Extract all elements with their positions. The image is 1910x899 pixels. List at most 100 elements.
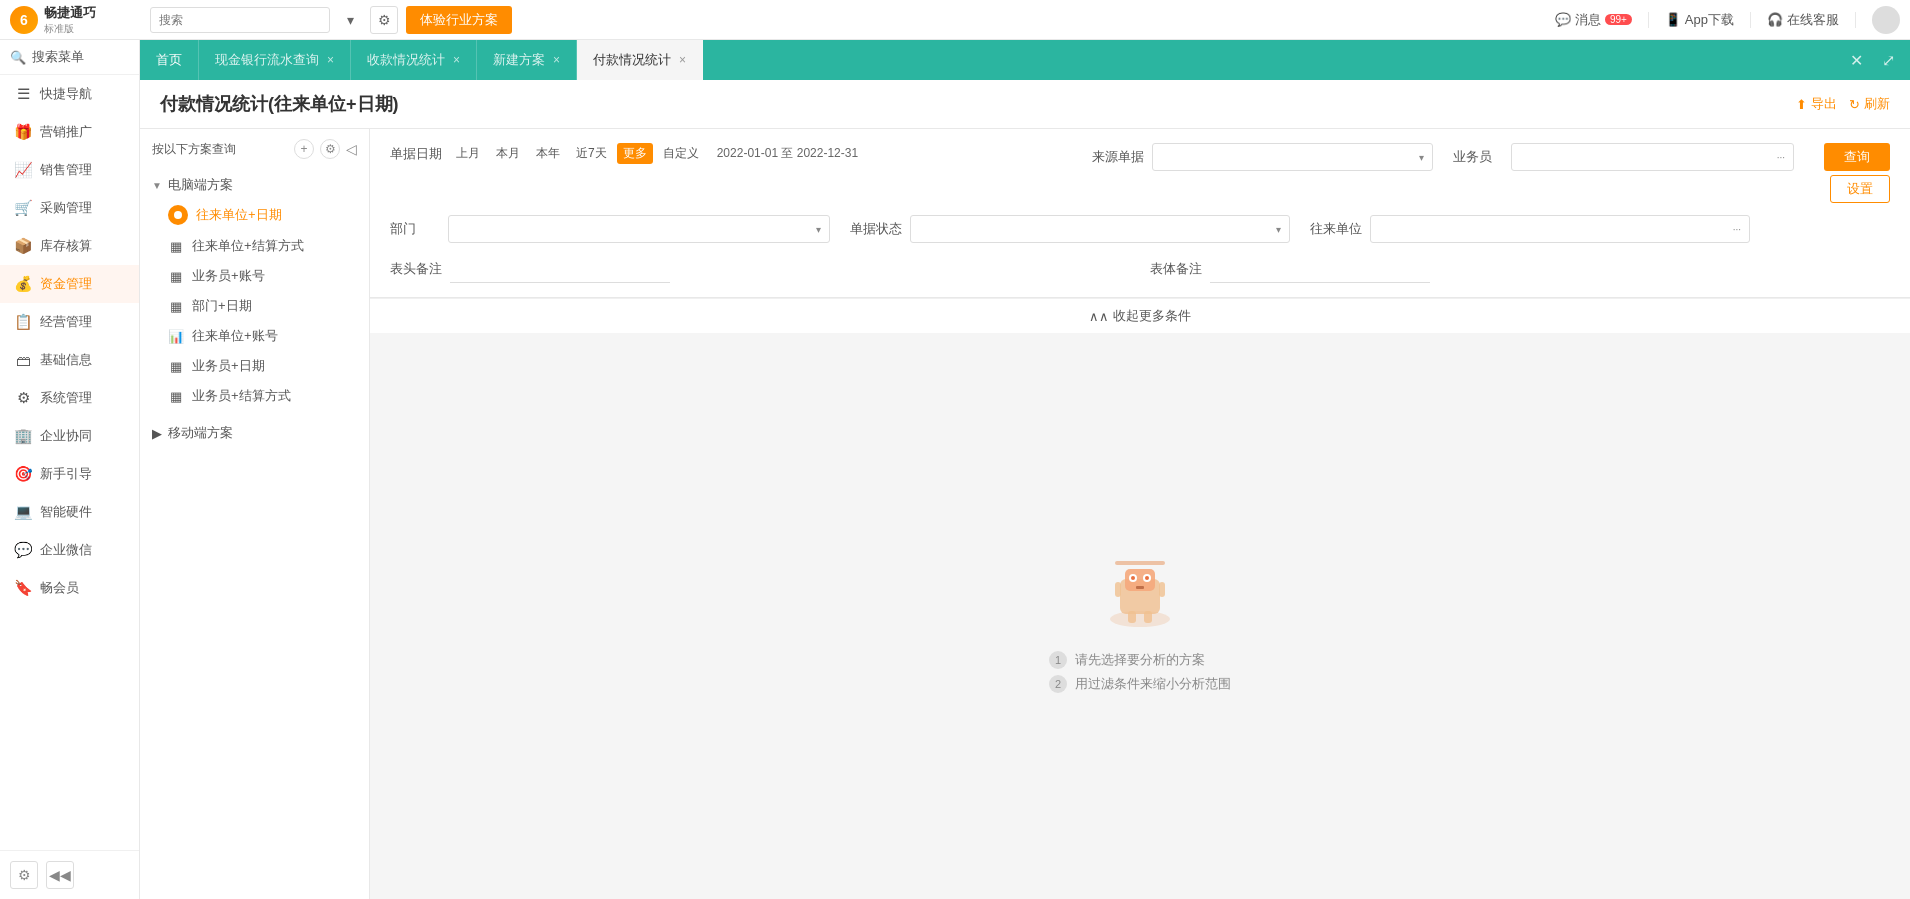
sidebar-settings-btn[interactable]: ⚙ — [10, 861, 38, 889]
partner-select[interactable]: ··· — [1370, 215, 1750, 243]
scheme-item-salesman-date[interactable]: ▦ 业务员+日期 — [140, 351, 369, 381]
sidebar-item-enterprise[interactable]: 🏢 企业协同 — [0, 417, 139, 455]
sidebar-item-new-guide[interactable]: 🎯 新手引导 — [0, 455, 139, 493]
body-note-input[interactable] — [1210, 255, 1430, 283]
scheme-group-mobile-header[interactable]: ▶ 移动端方案 — [140, 419, 369, 447]
date-tab-7days[interactable]: 近7天 — [570, 143, 613, 164]
scheme-panel-collapse-btn[interactable]: ◁ — [346, 141, 357, 157]
online-service-btn[interactable]: 🎧 在线客服 — [1767, 11, 1839, 29]
tab-payment-stats-close[interactable]: × — [679, 53, 686, 67]
sidebar-item-sys-mgmt[interactable]: ⚙ 系统管理 — [0, 379, 139, 417]
quick-nav-label: 快捷导航 — [40, 85, 92, 103]
scheme-item-partner-account[interactable]: 📊 往来单位+账号 — [140, 321, 369, 351]
header-gear-btn[interactable]: ⚙ — [370, 6, 398, 34]
mobile-group-label: 移动端方案 — [168, 424, 233, 442]
scheme-item-salesman-settlement[interactable]: ▦ 业务员+结算方式 — [140, 381, 369, 411]
header-note-input[interactable] — [450, 255, 670, 283]
tab-expand-btn[interactable]: ⤢ — [1876, 48, 1900, 72]
date-tabs: 上月 本月 本年 近7天 更多 自定义 — [450, 143, 705, 164]
date-tab-more[interactable]: 更多 — [617, 143, 653, 164]
tab-bank-flow-close[interactable]: × — [327, 53, 334, 67]
tab-new-scheme-close[interactable]: × — [553, 53, 560, 67]
active-scheme-dot-inner — [174, 211, 182, 219]
marketing-icon: 🎁 — [14, 123, 32, 141]
scheme-group-desktop-header[interactable]: ▼ 电脑端方案 — [140, 171, 369, 199]
date-tab-this-year[interactable]: 本年 — [530, 143, 566, 164]
doc-status-label: 单据状态 — [850, 220, 902, 238]
sys-mgmt-label: 系统管理 — [40, 389, 92, 407]
sidebar-item-funds[interactable]: 💰 资金管理 — [0, 265, 139, 303]
sidebar-item-operations[interactable]: 📋 经营管理 — [0, 303, 139, 341]
date-tab-last-month[interactable]: 上月 — [450, 143, 486, 164]
tab-close-all-btn[interactable]: ✕ — [1844, 48, 1868, 72]
scheme-settings-btn[interactable]: ⚙ — [320, 139, 340, 159]
tab-payment-stats-label: 付款情况统计 — [593, 51, 671, 69]
sidebar-search[interactable]: 🔍 搜索菜单 — [0, 40, 139, 75]
tab-bank-flow[interactable]: 现金银行流水查询 × — [199, 40, 351, 80]
refresh-btn[interactable]: ↻ 刷新 — [1849, 95, 1890, 113]
export-btn[interactable]: ⬆ 导出 — [1796, 95, 1837, 113]
scheme-item-dept-date[interactable]: ▦ 部门+日期 — [140, 291, 369, 321]
header-dropdown-btn[interactable]: ▾ — [338, 8, 362, 32]
user-avatar[interactable] — [1872, 6, 1900, 34]
sidebar-item-inventory[interactable]: 📦 库存核算 — [0, 227, 139, 265]
empty-hints: 1 请先选择要分析的方案 2 用过滤条件来缩小分析范围 — [1049, 651, 1231, 693]
scheme-item-partner-date[interactable]: 往来单位+日期 — [140, 199, 369, 231]
collapse-arrow-up: ∧∧ — [1089, 309, 1109, 324]
query-btn[interactable]: 查询 — [1824, 143, 1890, 171]
doc-status-select[interactable]: ▾ — [910, 215, 1290, 243]
header-search-input[interactable] — [150, 7, 330, 33]
add-scheme-btn[interactable]: + — [294, 139, 314, 159]
date-tab-custom[interactable]: 自定义 — [657, 143, 705, 164]
filter-layout: 按以下方案查询 + ⚙ ◁ ▼ 电脑端方案 — [140, 129, 1910, 899]
filter-field-partner: 往来单位 ··· — [1310, 215, 1750, 243]
partner-select-arrow: ··· — [1733, 224, 1741, 235]
sidebar: 🔍 搜索菜单 ☰ 快捷导航 🎁 营销推广 📈 销售管理 🛒 采购管理 📦 库存核… — [0, 40, 140, 899]
filter-row-2: 部门 ▾ 单据状态 ▾ — [390, 215, 1890, 243]
filter-setting-btn[interactable]: 设置 — [1830, 175, 1890, 203]
sidebar-item-quick-nav[interactable]: ☰ 快捷导航 — [0, 75, 139, 113]
scheme-item-salesman-account[interactable]: ▦ 业务员+账号 — [140, 261, 369, 291]
filter-row-3: 表头备注 表体备注 — [390, 255, 1890, 283]
sidebar-item-member[interactable]: 🔖 畅会员 — [0, 569, 139, 607]
scheme-item-partner-account-label: 往来单位+账号 — [192, 327, 278, 345]
tab-new-scheme[interactable]: 新建方案 × — [477, 40, 577, 80]
tab-bar: 首页 现金银行流水查询 × 收款情况统计 × 新建方案 × 付款情况统计 × ✕… — [140, 40, 1910, 80]
tab-home[interactable]: 首页 — [140, 40, 199, 80]
sidebar-item-smart-hw[interactable]: 💻 智能硬件 — [0, 493, 139, 531]
filter-field-doc-status: 单据状态 ▾ — [850, 215, 1290, 243]
sidebar-item-sales[interactable]: 📈 销售管理 — [0, 151, 139, 189]
scheme-header: 按以下方案查询 + ⚙ ◁ — [140, 139, 369, 167]
body-note-label: 表体备注 — [1150, 260, 1202, 278]
sidebar-item-purchase[interactable]: 🛒 采购管理 — [0, 189, 139, 227]
svg-rect-7 — [1136, 586, 1144, 589]
filter-field-date: 单据日期 上月 本月 本年 近7天 更多 自定义 2022-01-01 至 20… — [390, 143, 1072, 164]
tab-payment-stats[interactable]: 付款情况统计 × — [577, 40, 703, 80]
dept-select[interactable]: ▾ — [448, 215, 830, 243]
tab-receipt-stats[interactable]: 收款情况统计 × — [351, 40, 477, 80]
messages-btn[interactable]: 💬 消息 99+ — [1555, 11, 1632, 29]
date-tab-this-month[interactable]: 本月 — [490, 143, 526, 164]
hint-num-1: 1 — [1049, 651, 1067, 669]
chart-icon-1: 📊 — [168, 328, 184, 344]
app-download-btn[interactable]: 📱 App下载 — [1665, 11, 1734, 29]
scheme-header-actions: + ⚙ ◁ — [294, 139, 357, 159]
app-subtitle: 标准版 — [44, 22, 96, 36]
header-middle: ▾ ⚙ 体验行业方案 — [150, 6, 1555, 34]
page-header: 付款情况统计(往来单位+日期) ⬆ 导出 ↻ 刷新 — [140, 80, 1910, 129]
salesman-select[interactable]: ··· — [1511, 143, 1794, 171]
tab-receipt-stats-close[interactable]: × — [453, 53, 460, 67]
scheme-item-partner-settlement[interactable]: ▦ 往来单位+结算方式 — [140, 231, 369, 261]
sidebar-item-basic-info[interactable]: 🗃 基础信息 — [0, 341, 139, 379]
sidebar-collapse-btn[interactable]: ◀◀ — [46, 861, 74, 889]
sidebar-item-marketing[interactable]: 🎁 营销推广 — [0, 113, 139, 151]
scheme-header-title: 按以下方案查询 — [152, 141, 236, 158]
table-icon-4: ▦ — [168, 358, 184, 374]
hint-text-1: 请先选择要分析的方案 — [1075, 651, 1205, 669]
sidebar-item-enterprise-wechat[interactable]: 💬 企业微信 — [0, 531, 139, 569]
quick-nav-icon: ☰ — [14, 85, 32, 103]
empty-illustration — [1090, 539, 1190, 639]
collapse-more-bar[interactable]: ∧∧ 收起更多条件 — [370, 298, 1910, 333]
try-industry-btn[interactable]: 体验行业方案 — [406, 6, 512, 34]
source-select[interactable]: ▾ — [1152, 143, 1433, 171]
